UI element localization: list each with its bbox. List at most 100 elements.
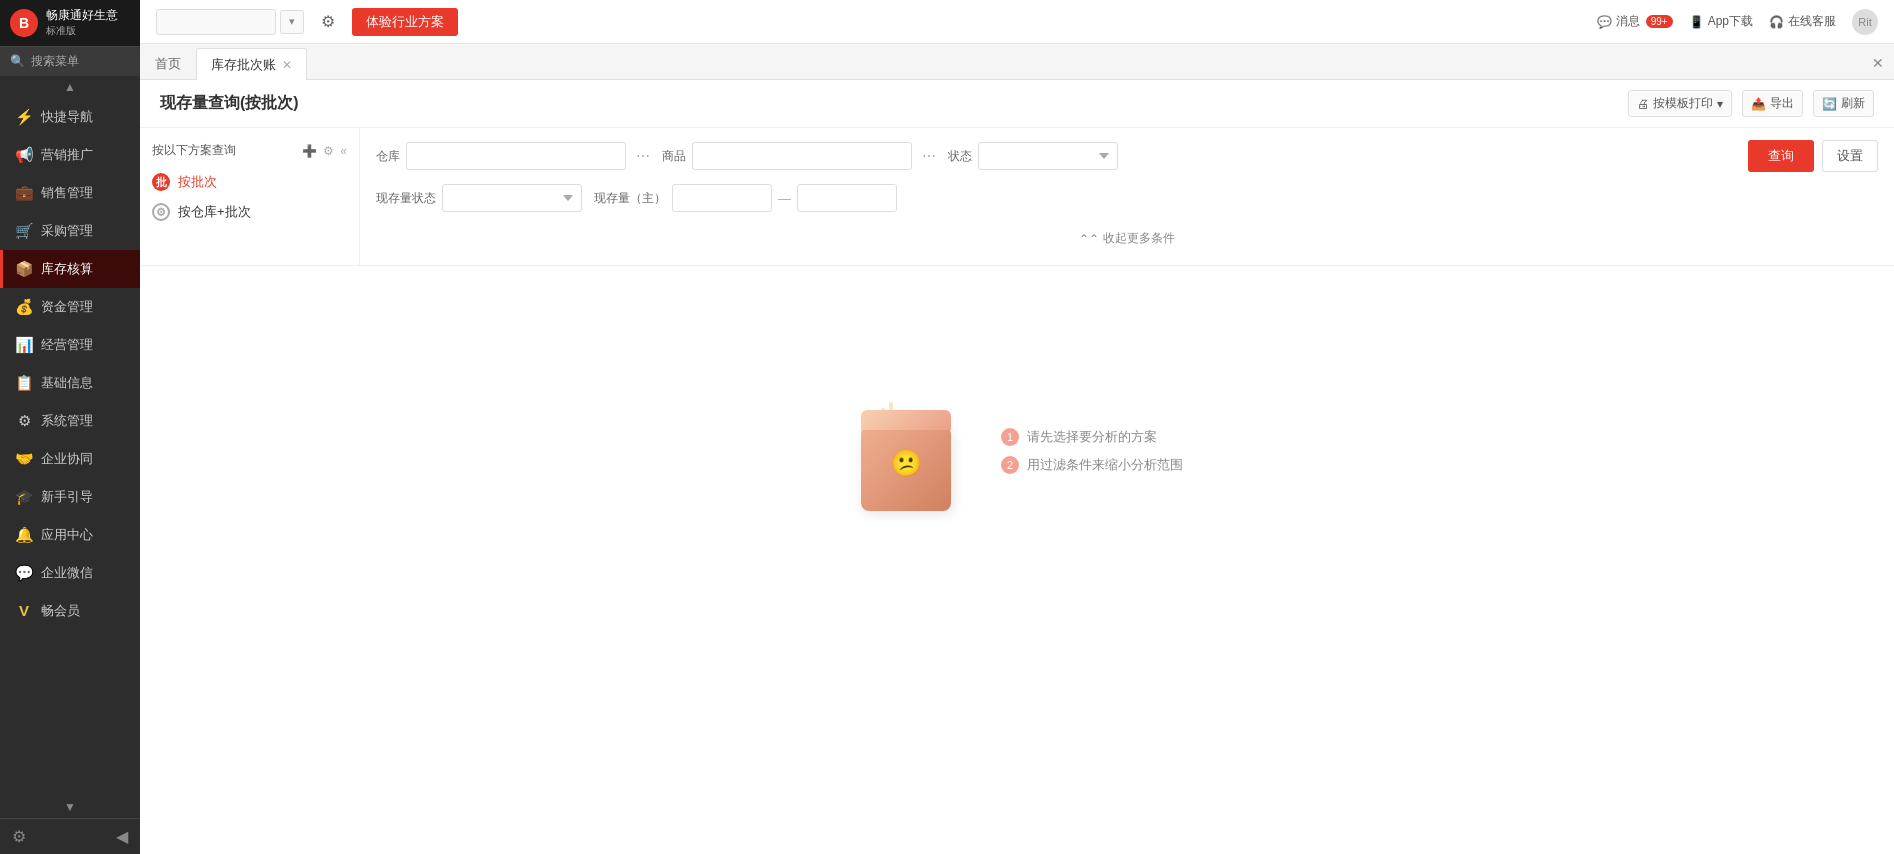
wechat-icon: 💬 — [15, 564, 33, 582]
sidebar-item-tutorial[interactable]: 🎓 新手引导 — [0, 478, 140, 516]
sidebar-item-label: 企业协同 — [41, 450, 93, 468]
empty-hint-2: 2 用过滤条件来缩小分析范围 — [1001, 456, 1183, 474]
tab-batch-inventory[interactable]: 库存批次账 ✕ — [196, 48, 307, 80]
warehouse-field: 仓库 ⋯ — [376, 142, 650, 170]
warehouse-more-icon[interactable]: ⋯ — [636, 148, 650, 164]
sidebar-item-vip[interactable]: V 畅会员 — [0, 592, 140, 630]
headset-icon: 🎧 — [1769, 15, 1784, 29]
app-download-item[interactable]: 📱 App下载 — [1689, 13, 1753, 30]
footer-settings-icon[interactable]: ⚙ — [12, 827, 26, 846]
settings-button[interactable]: 设置 — [1822, 140, 1878, 172]
system-icon: ⚙ — [15, 412, 33, 430]
query-button[interactable]: 查询 — [1748, 140, 1814, 172]
hint-2-text: 用过滤条件来缩小分析范围 — [1027, 456, 1183, 474]
scheme-add-icon[interactable]: ➕ — [302, 144, 317, 158]
collab-icon: 🤝 — [15, 450, 33, 468]
filter-collapse-button[interactable]: ⌃⌃ 收起更多条件 — [376, 224, 1878, 253]
empty-box-top — [861, 410, 951, 430]
product-input[interactable] — [692, 142, 912, 170]
hint-1-text: 请先选择要分析的方案 — [1027, 428, 1157, 446]
print-template-button[interactable]: 🖨 按模板打印 ▾ — [1628, 90, 1732, 117]
sidebar-item-label: 销售管理 — [41, 184, 93, 202]
app-center-icon: 🔔 — [15, 526, 33, 544]
tab-batch-inventory-label: 库存批次账 — [211, 56, 276, 74]
sidebar-item-finance[interactable]: 💰 资金管理 — [0, 288, 140, 326]
scheme-item-warehouse-batch[interactable]: ⚙ 按仓库+批次 — [140, 197, 359, 227]
product-more-icon[interactable]: ⋯ — [922, 148, 936, 164]
print-dropdown-icon: ▾ — [1717, 97, 1723, 111]
sidebar-item-label: 企业微信 — [41, 564, 93, 582]
sidebar-item-sales[interactable]: 💼 销售管理 — [0, 174, 140, 212]
user-profile-item[interactable]: Rit — [1852, 9, 1878, 35]
sidebar-item-app-center[interactable]: 🔔 应用中心 — [0, 516, 140, 554]
export-button[interactable]: 📤 导出 — [1742, 90, 1803, 117]
scheme-collapse-icon[interactable]: « — [340, 144, 347, 158]
sidebar-item-marketing[interactable]: 📢 营销推广 — [0, 136, 140, 174]
sidebar-item-label: 新手引导 — [41, 488, 93, 506]
product-label: 商品 — [662, 148, 686, 165]
sidebar-item-label: 基础信息 — [41, 374, 93, 392]
sidebar-item-label: 库存核算 — [41, 260, 93, 278]
scheme-icon-batch: 批 — [152, 173, 170, 191]
empty-box-face: 😕 — [890, 448, 922, 479]
inventory-status-select[interactable] — [442, 184, 582, 212]
empty-illustration: 😕 — [851, 396, 971, 516]
inventory-status-label: 现存量状态 — [376, 190, 436, 207]
sidebar-item-basics[interactable]: 📋 基础信息 — [0, 364, 140, 402]
warehouse-input[interactable] — [406, 142, 626, 170]
main-area: ▾ ⚙ 体验行业方案 💬 消息 99+ 📱 App下载 🎧 在线客服 Rit — [140, 0, 1894, 854]
sidebar-item-quick-nav[interactable]: ⚡ 快捷导航 — [0, 98, 140, 136]
online-service-label: 在线客服 — [1788, 13, 1836, 30]
tutorial-icon: 🎓 — [15, 488, 33, 506]
inventory-icon: 📦 — [15, 260, 33, 278]
product-field: 商品 ⋯ — [662, 142, 936, 170]
inventory-qty-from[interactable] — [672, 184, 772, 212]
filter-panel: 按以下方案查询 ➕ ⚙ « 批 按批次 ⚙ 按仓库+批次 — [140, 128, 1894, 266]
sidebar-item-inventory[interactable]: 📦 库存核算 — [0, 250, 140, 288]
topbar-settings-button[interactable]: ⚙ — [314, 8, 342, 36]
topbar-search-input[interactable] — [156, 9, 276, 35]
sidebar-item-operations[interactable]: 📊 经营管理 — [0, 326, 140, 364]
message-icon: 💬 — [1597, 15, 1612, 29]
collapse-label: 收起更多条件 — [1103, 230, 1175, 247]
page-actions: 🖨 按模板打印 ▾ 📤 导出 🔄 刷新 — [1628, 90, 1874, 117]
sidebar-item-label: 经营管理 — [41, 336, 93, 354]
sidebar-item-system[interactable]: ⚙ 系统管理 — [0, 402, 140, 440]
sidebar-item-label: 采购管理 — [41, 222, 93, 240]
sidebar-search[interactable]: 🔍 搜索菜单 — [0, 47, 140, 76]
app-logo: B — [10, 9, 38, 37]
export-icon: 📤 — [1751, 97, 1766, 111]
filter-scheme-header: 按以下方案查询 ➕ ⚙ « — [140, 138, 359, 167]
experience-industry-button[interactable]: 体验行业方案 — [352, 8, 458, 36]
status-field: 状态 — [948, 142, 1118, 170]
tab-close-button[interactable]: ✕ — [282, 58, 292, 72]
empty-state: 😕 1 请先选择要分析的方案 2 用过滤条件来缩小分析范围 — [140, 266, 1894, 646]
refresh-button[interactable]: 🔄 刷新 — [1813, 90, 1874, 117]
tab-close-all-button[interactable]: ✕ — [1862, 47, 1894, 79]
tabbar: 首页 库存批次账 ✕ ✕ — [140, 44, 1894, 80]
online-service-item[interactable]: 🎧 在线客服 — [1769, 13, 1836, 30]
app-version: 标准版 — [46, 24, 118, 38]
scheme-item-batch[interactable]: 批 按批次 — [140, 167, 359, 197]
sidebar-item-wechat[interactable]: 💬 企业微信 — [0, 554, 140, 592]
sidebar-item-label: 快捷导航 — [41, 108, 93, 126]
topbar-dropdown-button[interactable]: ▾ — [280, 10, 304, 34]
sidebar-scroll-up[interactable]: ▲ — [0, 76, 140, 98]
hint-1-num: 1 — [1001, 428, 1019, 446]
topbar-left: ▾ ⚙ 体验行业方案 — [156, 8, 458, 36]
sidebar-scroll-down[interactable]: ▼ — [0, 796, 140, 818]
page-titlebar: 现存量查询(按批次) 🖨 按模板打印 ▾ 📤 导出 🔄 刷新 — [140, 80, 1894, 128]
footer-collapse-icon[interactable]: ◀ — [116, 827, 128, 846]
sidebar-item-purchase[interactable]: 🛒 采购管理 — [0, 212, 140, 250]
scheme-label-warehouse-batch: 按仓库+批次 — [178, 203, 251, 221]
status-select[interactable] — [978, 142, 1118, 170]
chevron-up-icon: ⌃⌃ — [1079, 232, 1099, 246]
user-avatar: Rit — [1852, 9, 1878, 35]
messages-item[interactable]: 💬 消息 99+ — [1597, 13, 1673, 30]
scheme-settings-icon[interactable]: ⚙ — [323, 144, 334, 158]
tab-home[interactable]: 首页 — [140, 47, 196, 79]
inventory-qty-to[interactable] — [797, 184, 897, 212]
sidebar-item-collab[interactable]: 🤝 企业协同 — [0, 440, 140, 478]
messages-label: 消息 — [1616, 13, 1640, 30]
warehouse-label: 仓库 — [376, 148, 400, 165]
